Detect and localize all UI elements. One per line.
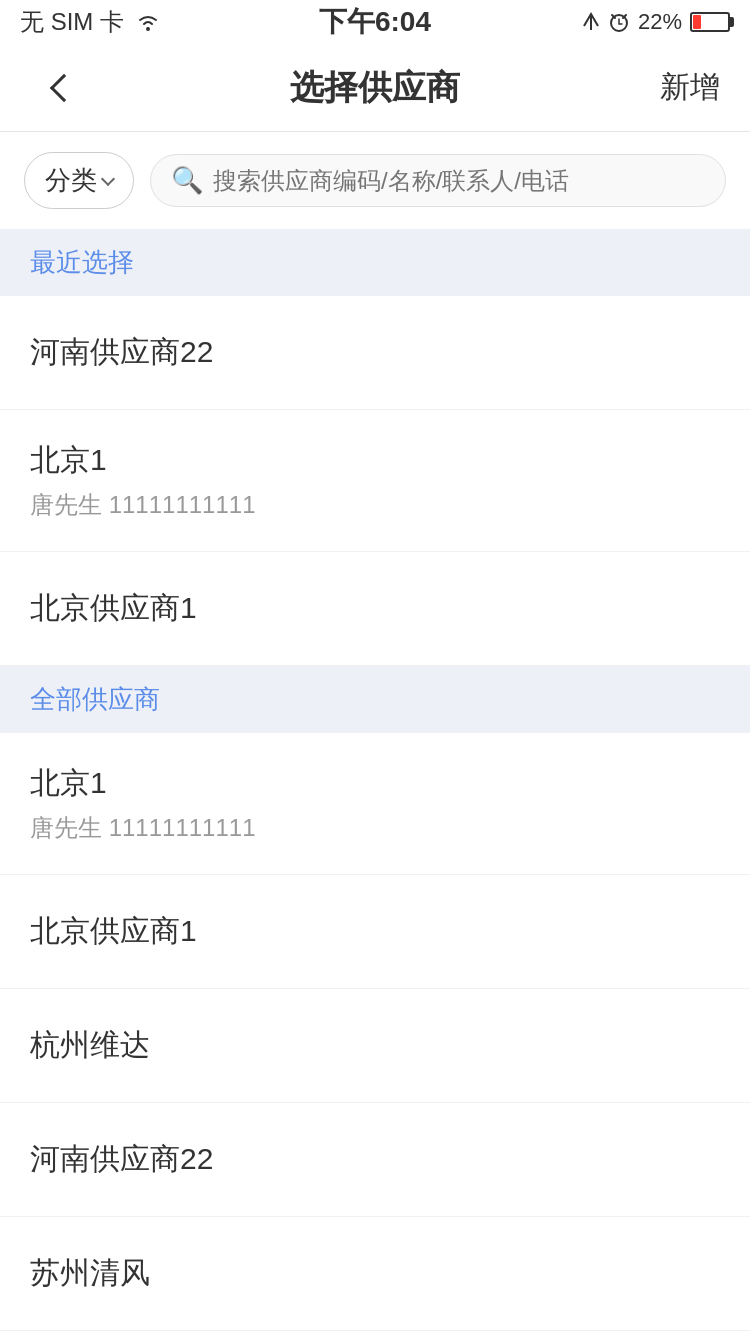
page-title: 选择供应商 (290, 65, 460, 111)
category-filter-button[interactable]: 分类 (24, 152, 134, 209)
all-section-label: 全部供应商 (30, 684, 160, 714)
all-item-1[interactable]: 北京供应商1 (0, 875, 750, 989)
supplier-contact: 唐先生 11111111111 (30, 812, 720, 844)
all-item-4[interactable]: 苏州清风 (0, 1217, 750, 1331)
supplier-name: 苏州清风 (30, 1253, 720, 1294)
recent-section-label: 最近选择 (30, 247, 134, 277)
back-button[interactable] (30, 58, 90, 118)
filter-bar: 分类 🔍 (0, 132, 750, 229)
svg-point-0 (146, 27, 150, 31)
battery-icon (690, 12, 730, 32)
search-icon: 🔍 (171, 165, 203, 196)
back-chevron-icon (50, 73, 78, 101)
recent-item-1[interactable]: 北京1 唐先生 11111111111 (0, 410, 750, 552)
supplier-name: 北京1 (30, 440, 720, 481)
wifi-icon (134, 12, 162, 32)
status-right: 22% (582, 9, 730, 35)
all-item-2[interactable]: 杭州维达 (0, 989, 750, 1103)
status-bar: 无 SIM 卡 下午6:04 22% (0, 0, 750, 44)
category-label: 分类 (45, 163, 97, 198)
add-button[interactable]: 新增 (660, 67, 720, 108)
supplier-name: 河南供应商22 (30, 1139, 720, 1180)
recent-item-2[interactable]: 北京供应商1 (0, 552, 750, 666)
status-left: 无 SIM 卡 (20, 6, 162, 38)
supplier-name: 杭州维达 (30, 1025, 720, 1066)
supplier-name: 河南供应商22 (30, 332, 720, 373)
supplier-contact: 唐先生 11111111111 (30, 489, 720, 521)
supplier-name: 北京1 (30, 763, 720, 804)
category-chevron-icon (101, 171, 115, 185)
status-time: 下午6:04 (319, 3, 431, 41)
carrier-label: 无 SIM 卡 (20, 6, 124, 38)
all-item-3[interactable]: 河南供应商22 (0, 1103, 750, 1217)
search-input[interactable] (213, 167, 705, 195)
recent-section-header: 最近选择 (0, 229, 750, 296)
recent-item-0[interactable]: 河南供应商22 (0, 296, 750, 410)
supplier-name: 北京供应商1 (30, 588, 720, 629)
nav-bar: 选择供应商 新增 (0, 44, 750, 132)
battery-percent: 22% (638, 9, 682, 35)
alarm-icon (608, 11, 630, 33)
all-section-header: 全部供应商 (0, 666, 750, 733)
location-icon (582, 12, 600, 32)
search-wrapper[interactable]: 🔍 (150, 154, 726, 207)
supplier-name: 北京供应商1 (30, 911, 720, 952)
all-items-list: 北京1 唐先生 11111111111 北京供应商1 杭州维达 河南供应商22 … (0, 733, 750, 1331)
all-item-0[interactable]: 北京1 唐先生 11111111111 (0, 733, 750, 875)
recent-items-list: 河南供应商22 北京1 唐先生 11111111111 北京供应商1 (0, 296, 750, 666)
